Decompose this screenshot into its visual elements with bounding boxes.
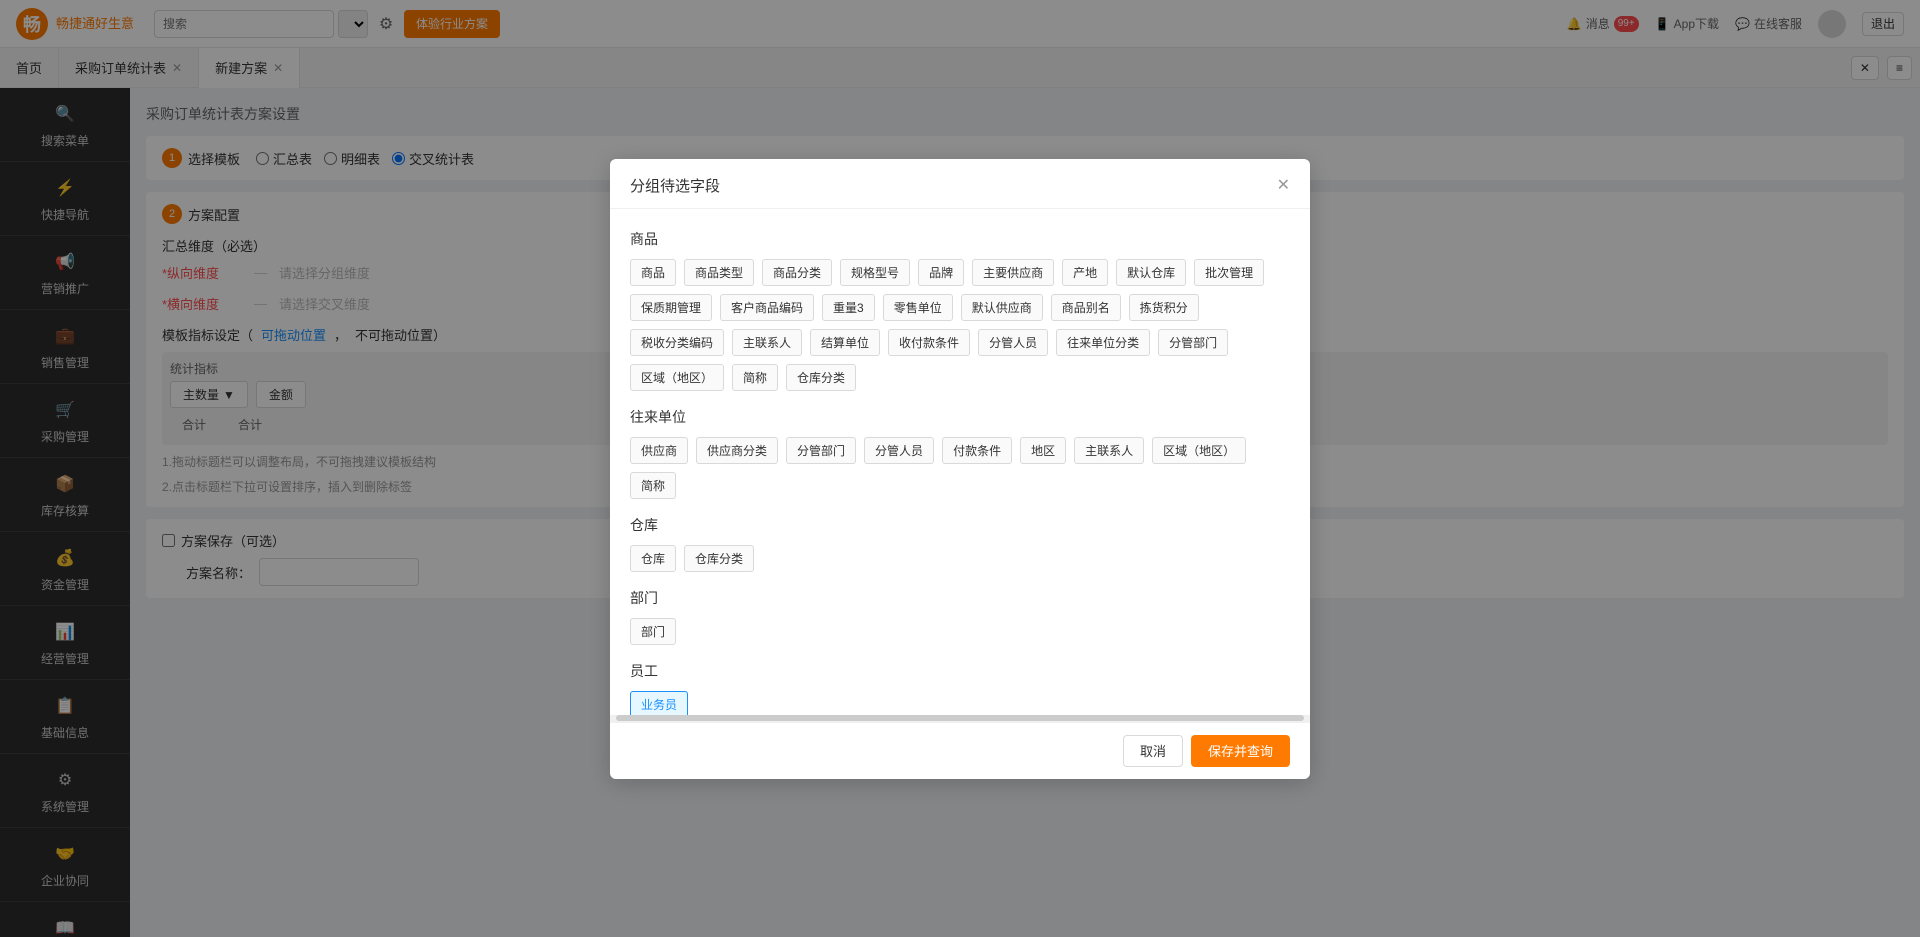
dialog-footer: 取消 保存并查询 <box>610 722 1310 779</box>
field-chip[interactable]: 收付款条件 <box>888 329 970 356</box>
field-chip[interactable]: 仓库分类 <box>786 364 856 391</box>
field-chip[interactable]: 主联系人 <box>732 329 802 356</box>
section-partner-fields: 供应商 供应商分类 分管部门 分管人员 付款条件 地区 主联系人 区域（地区） … <box>630 437 1290 499</box>
field-chip[interactable]: 付款条件 <box>942 437 1012 464</box>
field-chip[interactable]: 品牌 <box>918 259 964 286</box>
section-department-fields: 部门 <box>630 618 1290 645</box>
dialog-header: 分组待选字段 ✕ <box>610 159 1310 209</box>
field-chip-selected[interactable]: 业务员 <box>630 691 688 716</box>
field-chip[interactable]: 商品 <box>630 259 676 286</box>
field-chip[interactable]: 供应商分类 <box>696 437 778 464</box>
field-chip[interactable]: 区域（地区） <box>630 364 724 391</box>
dialog-body: 商品 商品 商品类型 商品分类 规格型号 品牌 主要供应商 产地 默认仓库 批次… <box>610 209 1310 716</box>
dialog-cancel-btn[interactable]: 取消 <box>1123 735 1183 767</box>
dialog-title: 分组待选字段 <box>630 175 720 196</box>
field-chip[interactable]: 商品别名 <box>1051 294 1121 321</box>
field-chip[interactable]: 分管人员 <box>978 329 1048 356</box>
dialog: 分组待选字段 ✕ 商品 商品 商品类型 商品分类 规格型号 品牌 主要供应商 产… <box>610 159 1310 779</box>
section-department-title: 部门 <box>630 588 1290 608</box>
field-chip[interactable]: 分管部门 <box>786 437 856 464</box>
section-product-title: 商品 <box>630 229 1290 249</box>
field-chip[interactable]: 税收分类编码 <box>630 329 724 356</box>
section-partner-title: 往来单位 <box>630 407 1290 427</box>
section-employee-fields: 业务员 <box>630 691 1290 716</box>
section-warehouse-title: 仓库 <box>630 515 1290 535</box>
field-chip[interactable]: 产地 <box>1062 259 1108 286</box>
section-product-fields: 商品 商品类型 商品分类 规格型号 品牌 主要供应商 产地 默认仓库 批次管理 … <box>630 259 1290 391</box>
field-chip[interactable]: 地区 <box>1020 437 1066 464</box>
field-chip[interactable]: 客户商品编码 <box>720 294 814 321</box>
dialog-close-btn[interactable]: ✕ <box>1277 175 1290 195</box>
field-chip[interactable]: 部门 <box>630 618 676 645</box>
field-chip[interactable]: 拣货积分 <box>1129 294 1199 321</box>
field-chip[interactable]: 零售单位 <box>883 294 953 321</box>
field-chip[interactable]: 往来单位分类 <box>1056 329 1150 356</box>
dialog-confirm-btn[interactable]: 保存并查询 <box>1191 735 1290 767</box>
field-chip[interactable]: 批次管理 <box>1194 259 1264 286</box>
field-chip[interactable]: 主联系人 <box>1074 437 1144 464</box>
section-employee-title: 员工 <box>630 661 1290 681</box>
field-chip[interactable]: 规格型号 <box>840 259 910 286</box>
overlay: 分组待选字段 ✕ 商品 商品 商品类型 商品分类 规格型号 品牌 主要供应商 产… <box>0 0 1920 937</box>
field-chip[interactable]: 仓库分类 <box>684 545 754 572</box>
field-chip[interactable]: 结算单位 <box>810 329 880 356</box>
field-chip[interactable]: 区域（地区） <box>1152 437 1246 464</box>
field-chip[interactable]: 简称 <box>630 472 676 499</box>
field-chip[interactable]: 商品分类 <box>762 259 832 286</box>
field-chip[interactable]: 保质期管理 <box>630 294 712 321</box>
field-chip[interactable]: 重量3 <box>822 294 875 321</box>
section-warehouse-fields: 仓库 仓库分类 <box>630 545 1290 572</box>
field-chip[interactable]: 仓库 <box>630 545 676 572</box>
field-chip[interactable]: 分管人员 <box>864 437 934 464</box>
field-chip[interactable]: 供应商 <box>630 437 688 464</box>
field-chip[interactable]: 分管部门 <box>1158 329 1228 356</box>
field-chip[interactable]: 默认供应商 <box>961 294 1043 321</box>
field-chip[interactable]: 简称 <box>732 364 778 391</box>
field-chip[interactable]: 主要供应商 <box>972 259 1054 286</box>
dialog-hscrollbar[interactable] <box>610 715 1310 721</box>
field-chip[interactable]: 默认仓库 <box>1116 259 1186 286</box>
field-chip[interactable]: 商品类型 <box>684 259 754 286</box>
